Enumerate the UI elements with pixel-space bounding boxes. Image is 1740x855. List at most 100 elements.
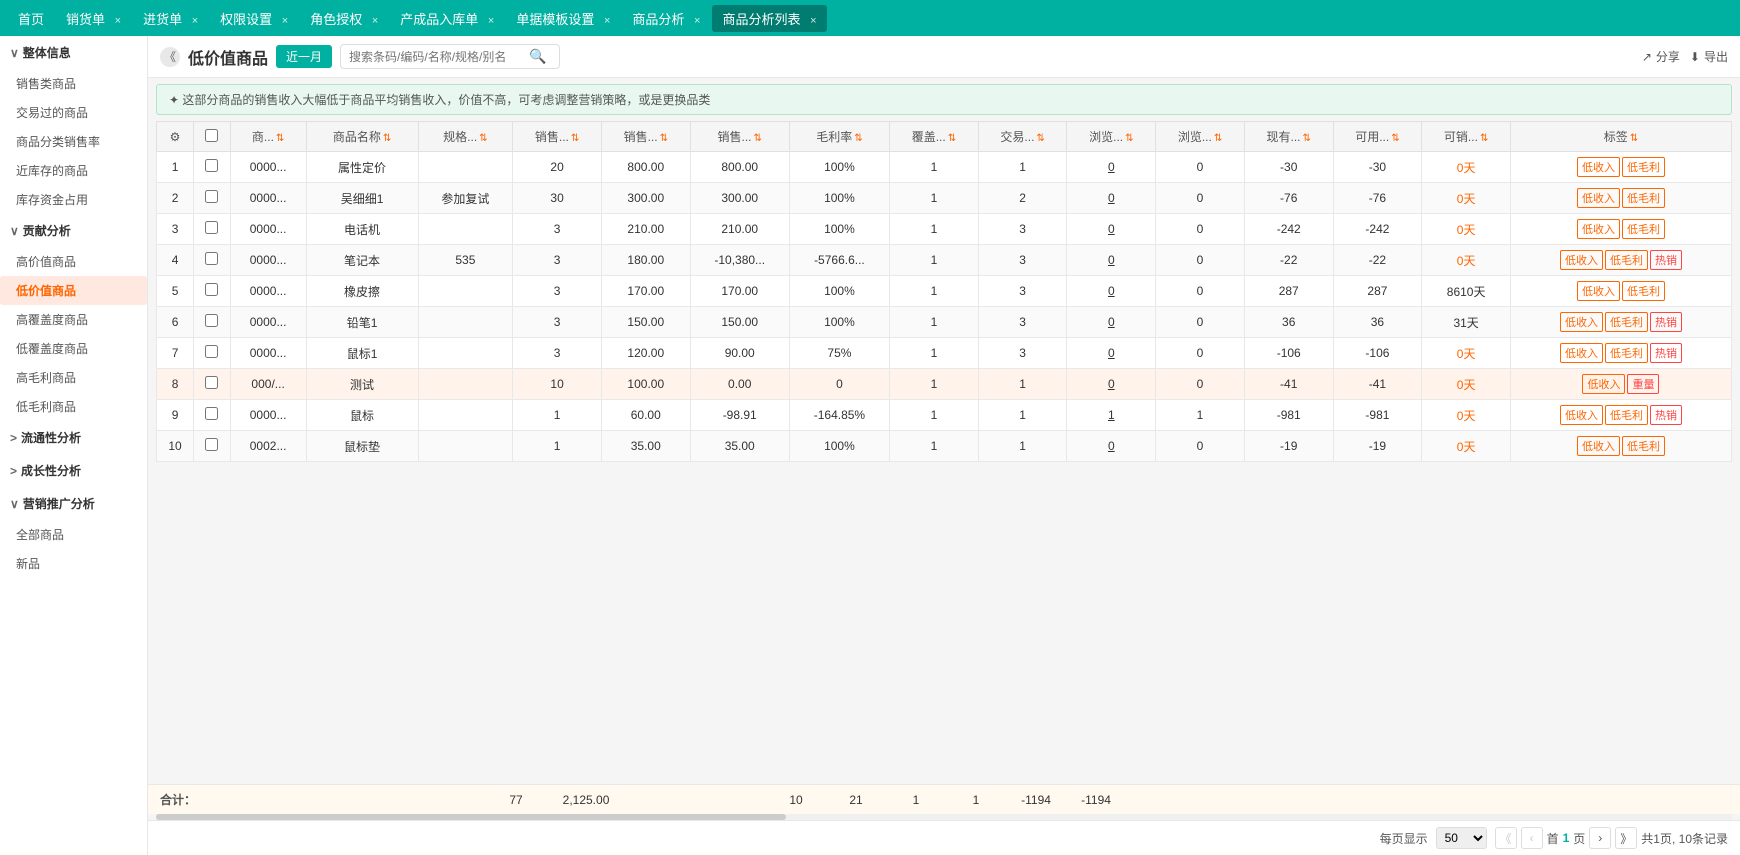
- row-checkbox[interactable]: [194, 152, 231, 183]
- col-coverage[interactable]: 覆盖...⇅: [890, 122, 979, 152]
- sidebar-item-high-value[interactable]: 高价值商品: [0, 247, 147, 276]
- period-button[interactable]: 近一月: [276, 45, 332, 68]
- row-checkbox[interactable]: [194, 245, 231, 276]
- views-link[interactable]: 0: [1108, 191, 1115, 205]
- sidebar-item-sales-goods[interactable]: 销售类商品: [0, 69, 147, 98]
- row-views1[interactable]: 0: [1067, 152, 1156, 183]
- row-checkbox[interactable]: [194, 400, 231, 431]
- row-checkbox[interactable]: [194, 369, 231, 400]
- sidebar-section-circulation[interactable]: > 流通性分析: [0, 421, 147, 454]
- row-select[interactable]: [205, 221, 218, 234]
- row-checkbox[interactable]: [194, 276, 231, 307]
- row-views1[interactable]: 0: [1067, 276, 1156, 307]
- nav-item-home[interactable]: 首页: [8, 5, 54, 32]
- nav-item-purchase[interactable]: 进货单 ×: [133, 5, 208, 32]
- col-views2[interactable]: 浏览...⇅: [1156, 122, 1245, 152]
- views-link[interactable]: 0: [1108, 253, 1115, 267]
- first-page-button[interactable]: 《: [1495, 827, 1517, 849]
- row-views1[interactable]: 0: [1067, 369, 1156, 400]
- select-all-checkbox[interactable]: [205, 129, 218, 142]
- col-sales-avg[interactable]: 销售...⇅: [690, 122, 789, 152]
- row-views1[interactable]: 0: [1067, 307, 1156, 338]
- views-link[interactable]: 0: [1108, 315, 1115, 329]
- last-page-button[interactable]: 》: [1615, 827, 1637, 849]
- sidebar-item-low-margin[interactable]: 低毛利商品: [0, 392, 147, 421]
- row-select[interactable]: [205, 314, 218, 327]
- nav-item-products[interactable]: 产成品入库单 ×: [390, 5, 504, 32]
- sidebar-item-high-coverage[interactable]: 高覆盖度商品: [0, 305, 147, 334]
- col-available[interactable]: 可用...⇅: [1333, 122, 1422, 152]
- next-page-button[interactable]: ›: [1589, 827, 1611, 849]
- close-icon[interactable]: ×: [488, 15, 494, 27]
- close-icon[interactable]: ×: [372, 15, 378, 27]
- nav-item-templates[interactable]: 单据模板设置 ×: [506, 5, 620, 32]
- nav-item-analysis[interactable]: 商品分析 ×: [622, 5, 710, 32]
- search-icon[interactable]: 🔍: [529, 48, 546, 65]
- views-link[interactable]: 0: [1108, 439, 1115, 453]
- col-views1[interactable]: 浏览...⇅: [1067, 122, 1156, 152]
- nav-item-permissions[interactable]: 权限设置 ×: [210, 5, 298, 32]
- close-icon[interactable]: ×: [604, 15, 610, 27]
- views-link[interactable]: 0: [1108, 160, 1115, 174]
- row-select[interactable]: [205, 438, 218, 451]
- row-select[interactable]: [205, 190, 218, 203]
- close-icon[interactable]: ×: [694, 15, 700, 27]
- sidebar-item-low-value[interactable]: 低价值商品: [0, 276, 147, 305]
- row-select[interactable]: [205, 376, 218, 389]
- row-views1[interactable]: 0: [1067, 338, 1156, 369]
- col-sales-qty[interactable]: 销售...⇅: [513, 122, 602, 152]
- row-checkbox[interactable]: [194, 183, 231, 214]
- row-checkbox[interactable]: [194, 307, 231, 338]
- row-select[interactable]: [205, 159, 218, 172]
- col-trades[interactable]: 交易...⇅: [978, 122, 1067, 152]
- table-area[interactable]: ⚙ 商...⇅ 商品名称⇅ 规格...⇅ 销售...⇅ 销售...⇅ 销售...…: [148, 121, 1740, 784]
- col-checkbox[interactable]: [194, 122, 231, 152]
- share-button[interactable]: ↗ 分享: [1642, 48, 1680, 65]
- sidebar-item-new-goods[interactable]: 新品: [0, 549, 147, 578]
- col-current[interactable]: 现有...⇅: [1244, 122, 1333, 152]
- nav-item-roles[interactable]: 角色授权 ×: [300, 5, 388, 32]
- nav-item-analysis-list[interactable]: 商品分析列表 ×: [712, 5, 826, 32]
- nav-item-sales[interactable]: 销货单 ×: [56, 5, 131, 32]
- collapse-sidebar-button[interactable]: 《: [160, 47, 180, 67]
- row-checkbox[interactable]: [194, 214, 231, 245]
- export-button[interactable]: ⬇ 导出: [1690, 48, 1728, 65]
- col-spec[interactable]: 规格...⇅: [418, 122, 513, 152]
- col-name[interactable]: 商品名称⇅: [306, 122, 418, 152]
- views-link[interactable]: 0: [1108, 346, 1115, 360]
- col-gross-rate[interactable]: 毛利率⇅: [789, 122, 889, 152]
- sidebar-section-growth[interactable]: > 成长性分析: [0, 454, 147, 487]
- sidebar-item-high-margin[interactable]: 高毛利商品: [0, 363, 147, 392]
- sidebar-item-capital[interactable]: 库存资金占用: [0, 185, 147, 214]
- sidebar-item-near-inventory[interactable]: 近库存的商品: [0, 156, 147, 185]
- row-checkbox[interactable]: [194, 431, 231, 462]
- row-select[interactable]: [205, 407, 218, 420]
- search-input[interactable]: [349, 50, 529, 64]
- close-icon[interactable]: ×: [810, 15, 816, 27]
- sidebar-section-contribution[interactable]: ∨ 贡献分析: [0, 214, 147, 247]
- row-views1[interactable]: 0: [1067, 214, 1156, 245]
- views-link[interactable]: 0: [1108, 284, 1115, 298]
- views-link[interactable]: 0: [1108, 222, 1115, 236]
- row-views1[interactable]: 0: [1067, 183, 1156, 214]
- views-link[interactable]: 1: [1108, 408, 1115, 422]
- sidebar-item-traded[interactable]: 交易过的商品: [0, 98, 147, 127]
- sidebar-item-category-sales[interactable]: 商品分类销售率: [0, 127, 147, 156]
- col-sales-amount[interactable]: 销售...⇅: [601, 122, 690, 152]
- row-select[interactable]: [205, 283, 218, 296]
- sidebar-item-low-coverage[interactable]: 低覆盖度商品: [0, 334, 147, 363]
- prev-page-button[interactable]: ‹: [1521, 827, 1543, 849]
- sidebar-section-general[interactable]: ∨ 整体信息: [0, 36, 147, 69]
- views-link[interactable]: 0: [1108, 377, 1115, 391]
- close-icon[interactable]: ×: [115, 15, 121, 27]
- close-icon[interactable]: ×: [192, 15, 198, 27]
- col-code[interactable]: 商...⇅: [230, 122, 306, 152]
- col-tag[interactable]: 标签⇅: [1510, 122, 1731, 152]
- sidebar-item-all-goods[interactable]: 全部商品: [0, 520, 147, 549]
- row-select[interactable]: [205, 345, 218, 358]
- col-sellable[interactable]: 可销...⇅: [1422, 122, 1511, 152]
- close-icon[interactable]: ×: [282, 15, 288, 27]
- col-settings[interactable]: ⚙: [157, 122, 194, 152]
- row-views1[interactable]: 0: [1067, 431, 1156, 462]
- per-page-select[interactable]: 50 100 200: [1436, 827, 1487, 849]
